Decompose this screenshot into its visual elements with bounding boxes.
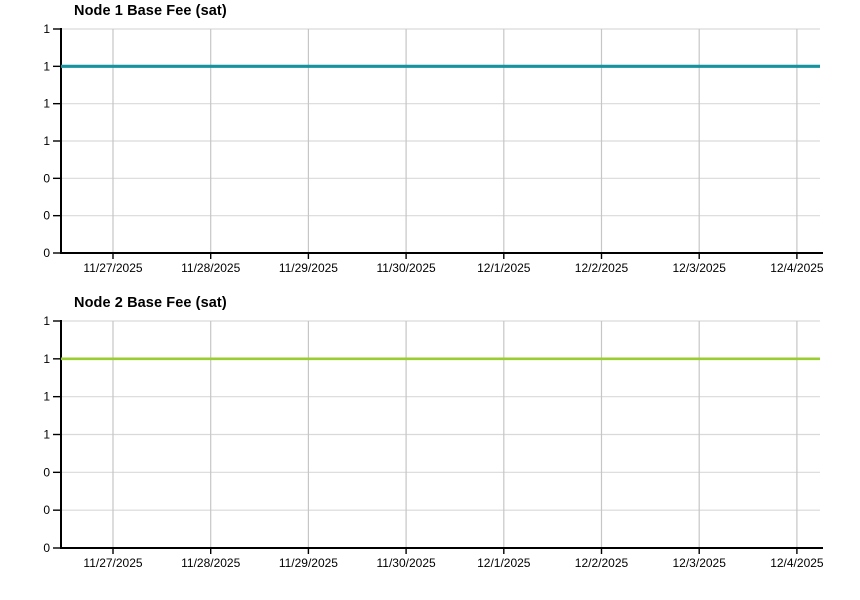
x-tick-label: 11/29/2025 xyxy=(279,556,338,570)
y-tick-label: 0 xyxy=(43,541,50,555)
x-tick-label: 12/4/2025 xyxy=(770,261,824,275)
y-tick-label: 1 xyxy=(43,428,50,442)
x-tick-label: 12/2/2025 xyxy=(575,556,629,570)
x-tick-label: 11/30/2025 xyxy=(377,261,436,275)
x-tick-label: 11/30/2025 xyxy=(377,556,436,570)
x-tick-label: 12/4/2025 xyxy=(770,556,824,570)
x-tick-label: 12/3/2025 xyxy=(673,556,727,570)
x-tick-label: 11/27/2025 xyxy=(83,556,142,570)
y-tick-label: 1 xyxy=(43,97,50,111)
y-tick-label: 0 xyxy=(43,209,50,223)
x-tick-label: 11/29/2025 xyxy=(279,261,338,275)
x-tick-label: 12/3/2025 xyxy=(673,261,727,275)
chart-2-plot-area: 11/27/2025 11/28/2025 11/29/2025 11/30/2025… xyxy=(43,314,824,570)
y-tick-label: 0 xyxy=(43,465,50,479)
x-tick-label: 11/27/2025 xyxy=(83,261,142,275)
chart-1-plot-area: 11/27/2025 11/28/2025 11/29/2025 11/30/2025… xyxy=(43,22,824,275)
y-tick-label: 1 xyxy=(43,22,50,36)
base-fee-charts-page: Node 1 Base Fee (sat) 11/27/2025 11/28/20… xyxy=(0,0,860,600)
y-tick-label: 1 xyxy=(43,314,50,328)
x-tick-label: 12/1/2025 xyxy=(477,556,531,570)
y-tick-label: 1 xyxy=(43,390,50,404)
y-tick-label: 0 xyxy=(43,503,50,517)
x-tick-label: 12/2/2025 xyxy=(575,261,629,275)
y-tick-label: 1 xyxy=(43,352,50,366)
y-tick-label: 0 xyxy=(43,171,50,185)
x-tick-label: 11/28/2025 xyxy=(181,261,240,275)
y-tick-label: 1 xyxy=(43,134,50,148)
y-tick-label: 1 xyxy=(43,59,50,73)
y-tick-label: 0 xyxy=(43,246,50,260)
x-tick-label: 12/1/2025 xyxy=(477,261,531,275)
x-tick-label: 11/28/2025 xyxy=(181,556,240,570)
